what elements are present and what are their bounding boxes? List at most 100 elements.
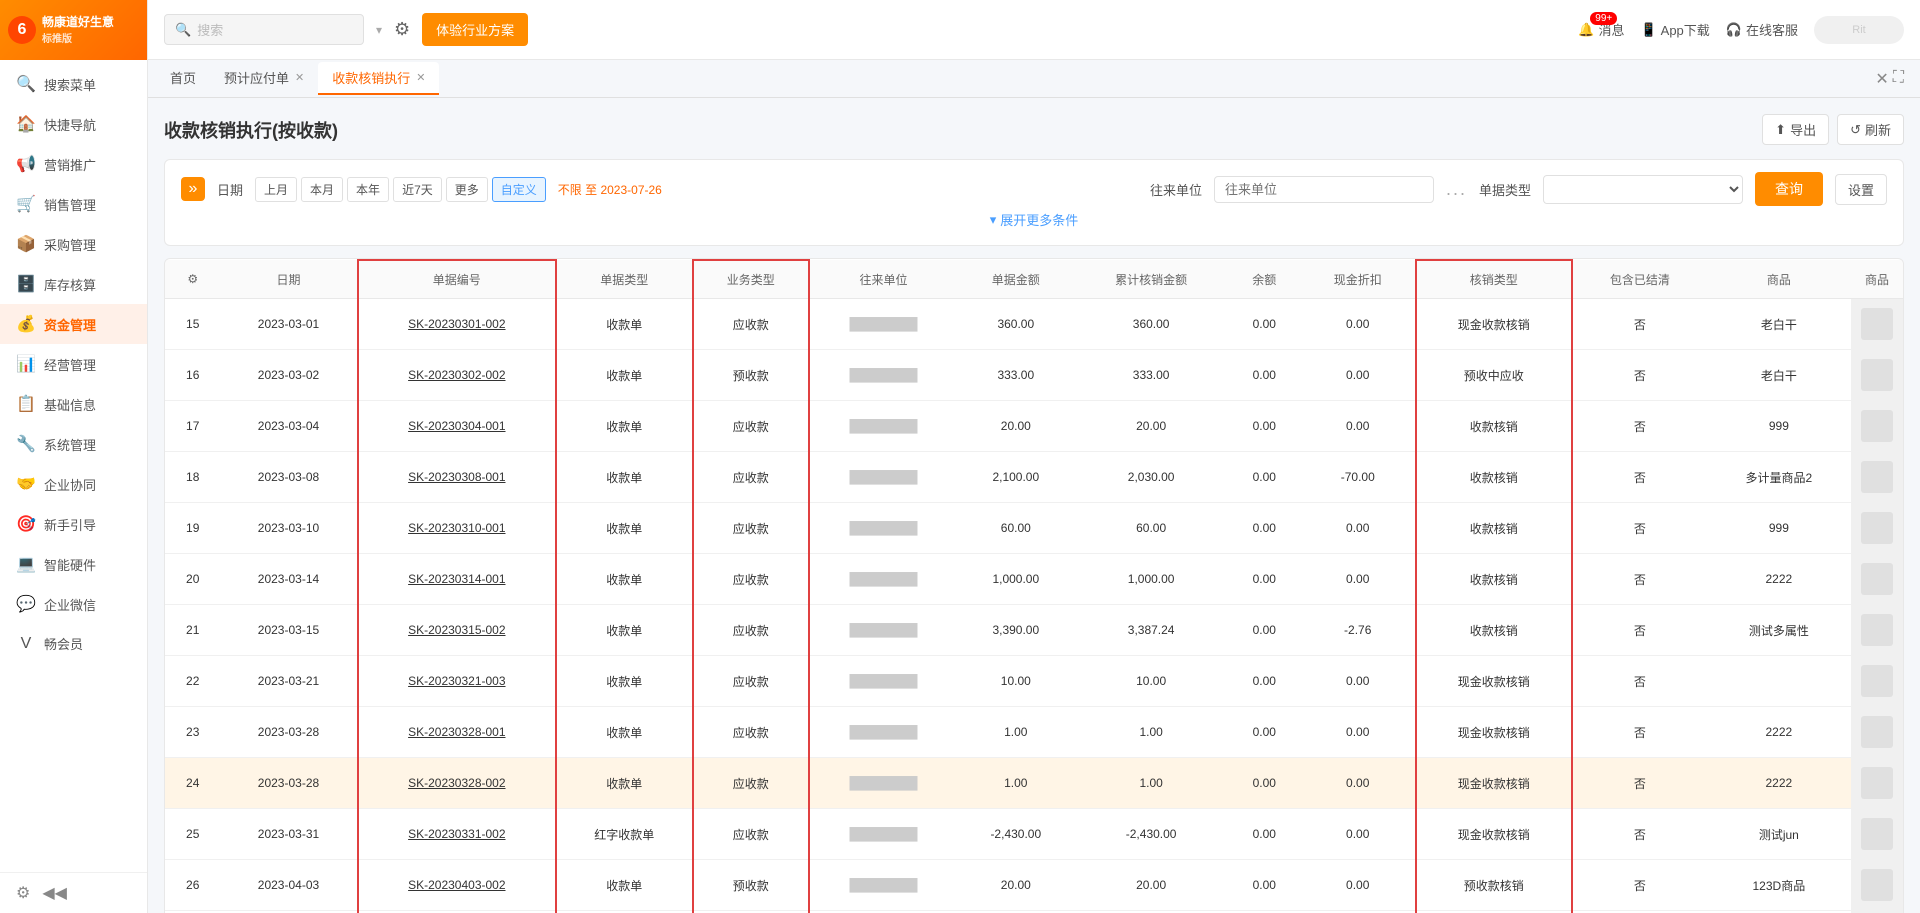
online-service-link[interactable]: 🎧 在线客服 xyxy=(1726,20,1798,39)
table-cell: 预收款 xyxy=(693,350,809,401)
col-bill-no: 单据编号 xyxy=(358,260,557,299)
table-cell: 否 xyxy=(1572,350,1707,401)
sidebar-item-marketing[interactable]: 📢 营销推广 xyxy=(0,144,147,184)
table-cell: 2023-03-28 xyxy=(220,758,357,809)
expand-more-label: 展开更多条件 xyxy=(1000,210,1078,229)
table-cell: 0.00 xyxy=(1301,758,1416,809)
sidebar-item-label: 经营管理 xyxy=(44,355,96,374)
sidebar-item-basic[interactable]: 📋 基础信息 xyxy=(0,384,147,424)
table-cell: 收款单 xyxy=(556,707,692,758)
table-cell[interactable]: SK-20230302-002 xyxy=(358,350,557,401)
table-cell: 360.00 xyxy=(957,299,1075,350)
collapse-icon[interactable]: ◀◀ xyxy=(42,883,67,903)
sidebar-item-operations[interactable]: 📊 经营管理 xyxy=(0,344,147,384)
sidebar-item-search[interactable]: 🔍 搜索菜单 xyxy=(0,64,147,104)
table-row: 152023-03-01SK-20230301-002收款单应收款███████… xyxy=(165,299,1903,350)
sidebar-item-inventory[interactable]: 🗄️ 库存核算 xyxy=(0,264,147,304)
table-cell: 20 xyxy=(165,554,220,605)
table-cell: 18 xyxy=(165,452,220,503)
table-cell: 60.00 xyxy=(1075,503,1228,554)
sidebar-item-wechat[interactable]: 💬 企业微信 xyxy=(0,584,147,624)
tab-home[interactable]: 首页 xyxy=(156,62,210,95)
counterpart-input[interactable] xyxy=(1214,176,1434,203)
table-cell[interactable]: SK-20230315-002 xyxy=(358,605,557,656)
table-cell[interactable]: SK-20230328-002 xyxy=(358,758,557,809)
table-cell[interactable]: SK-20230331-002 xyxy=(358,809,557,860)
table-cell[interactable]: SK-20230321-003 xyxy=(358,656,557,707)
col-goods-img: 商品 xyxy=(1851,260,1903,299)
last-7-days-btn[interactable]: 近7天 xyxy=(393,177,442,202)
sidebar-item-finance[interactable]: 💰 资金管理 xyxy=(0,304,147,344)
export-button[interactable]: ⬆ 导出 xyxy=(1762,114,1829,145)
col-balance: 余额 xyxy=(1228,260,1301,299)
table-cell: 收款核销 xyxy=(1416,554,1572,605)
more-date-btn[interactable]: 更多 xyxy=(446,177,488,202)
tab-prepay-close[interactable]: ✕ xyxy=(295,71,304,84)
custom-date-btn[interactable]: 自定义 xyxy=(492,177,546,202)
this-month-btn[interactable]: 本月 xyxy=(301,177,343,202)
tab-prepay-label: 预计应付单 xyxy=(224,68,289,87)
table-cell: 0.00 xyxy=(1228,656,1301,707)
refresh-icon: ↺ xyxy=(1850,122,1861,138)
settings-icon[interactable]: ⚙ xyxy=(16,883,30,903)
message-button[interactable]: 🔔 消息 99+ xyxy=(1578,20,1624,39)
sidebar-item-label: 企业协同 xyxy=(44,475,96,494)
filter-toggle-button[interactable]: » xyxy=(181,177,205,201)
topbar-gear-icon[interactable]: ⚙ xyxy=(394,19,410,40)
table-cell[interactable]: SK-20230301-002 xyxy=(358,299,557,350)
table-cell[interactable]: SK-20230403-002 xyxy=(358,860,557,911)
query-button[interactable]: 查询 xyxy=(1755,172,1823,206)
this-year-btn[interactable]: 本年 xyxy=(347,177,389,202)
tab-collection-close[interactable]: ✕ xyxy=(416,71,425,84)
table-cell[interactable]: SK-20230314-001 xyxy=(358,554,557,605)
table-cell: 收款单 xyxy=(556,554,692,605)
tab-collection[interactable]: 收款核销执行 ✕ xyxy=(318,62,439,95)
topbar-chevron-icon[interactable]: ▾ xyxy=(376,23,382,37)
expand-more-row[interactable]: ▾ 展开更多条件 xyxy=(181,206,1887,233)
table-cell: 0.00 xyxy=(1301,707,1416,758)
table-cell: 收款单 xyxy=(556,401,692,452)
table-row: 242023-03-28SK-20230328-002收款单应收款███████… xyxy=(165,758,1903,809)
table-scroll[interactable]: ⚙ 日期 单据编号 单据类型 业务类型 往来单位 单据金额 累计核销金额 余额 … xyxy=(165,259,1903,913)
table-cell: 收款单 xyxy=(556,350,692,401)
sidebar-item-collab[interactable]: 🤝 企业协同 xyxy=(0,464,147,504)
app-download-link[interactable]: 📱 App下载 xyxy=(1640,20,1709,39)
sidebar-item-system[interactable]: 🔧 系统管理 xyxy=(0,424,147,464)
table-cell[interactable]: SK-20230328-001 xyxy=(358,707,557,758)
sidebar-item-quicknav[interactable]: 🏠 快捷导航 xyxy=(0,104,147,144)
settings-button[interactable]: 设置 xyxy=(1835,174,1887,205)
table-cell: 0.00 xyxy=(1228,860,1301,911)
close-all-icon[interactable]: ✕ xyxy=(1875,69,1888,89)
solution-button[interactable]: 体验行业方案 xyxy=(422,13,528,46)
table-cell: -2,430.00 xyxy=(957,809,1075,860)
tab-prepay[interactable]: 预计应付单 ✕ xyxy=(210,62,318,95)
table-cell: 20.00 xyxy=(1075,860,1228,911)
refresh-button[interactable]: ↺ 刷新 xyxy=(1837,114,1904,145)
table-cell: 2222 xyxy=(1707,758,1851,809)
chat-icon: 💬 xyxy=(16,594,36,614)
sidebar-item-sales[interactable]: 🛒 销售管理 xyxy=(0,184,147,224)
table-cell xyxy=(1851,656,1903,707)
sidebar-item-hardware[interactable]: 💻 智能硬件 xyxy=(0,544,147,584)
user-avatar[interactable]: Rit xyxy=(1814,16,1904,44)
col-settings[interactable]: ⚙ xyxy=(165,260,220,299)
table-cell[interactable]: SK-20230304-001 xyxy=(358,401,557,452)
table-cell[interactable]: SK-20230308-001 xyxy=(358,452,557,503)
table-cell xyxy=(1707,656,1851,707)
sidebar-item-label: 畅会员 xyxy=(44,634,83,653)
table-cell: 2023-03-10 xyxy=(220,503,357,554)
sidebar-item-guide[interactable]: 🎯 新手引导 xyxy=(0,504,147,544)
last-month-btn[interactable]: 上月 xyxy=(255,177,297,202)
sidebar-item-purchase[interactable]: 📦 采购管理 xyxy=(0,224,147,264)
topbar-search[interactable]: 🔍 搜索 xyxy=(164,14,364,45)
bill-type-select[interactable] xyxy=(1543,175,1743,204)
table-cell: 现金收款核销 xyxy=(1416,656,1572,707)
table-cell: 0.00 xyxy=(1228,350,1301,401)
expand-icon[interactable]: ⛶ xyxy=(1893,69,1904,89)
table-cell: 应收款 xyxy=(693,401,809,452)
table-cell: 17 xyxy=(165,401,220,452)
chevron-down-icon: ▾ xyxy=(990,212,997,228)
table-cell[interactable]: SK-20230310-001 xyxy=(358,503,557,554)
sidebar-item-vip[interactable]: V 畅会员 xyxy=(0,624,147,663)
table-cell: 否 xyxy=(1572,809,1707,860)
